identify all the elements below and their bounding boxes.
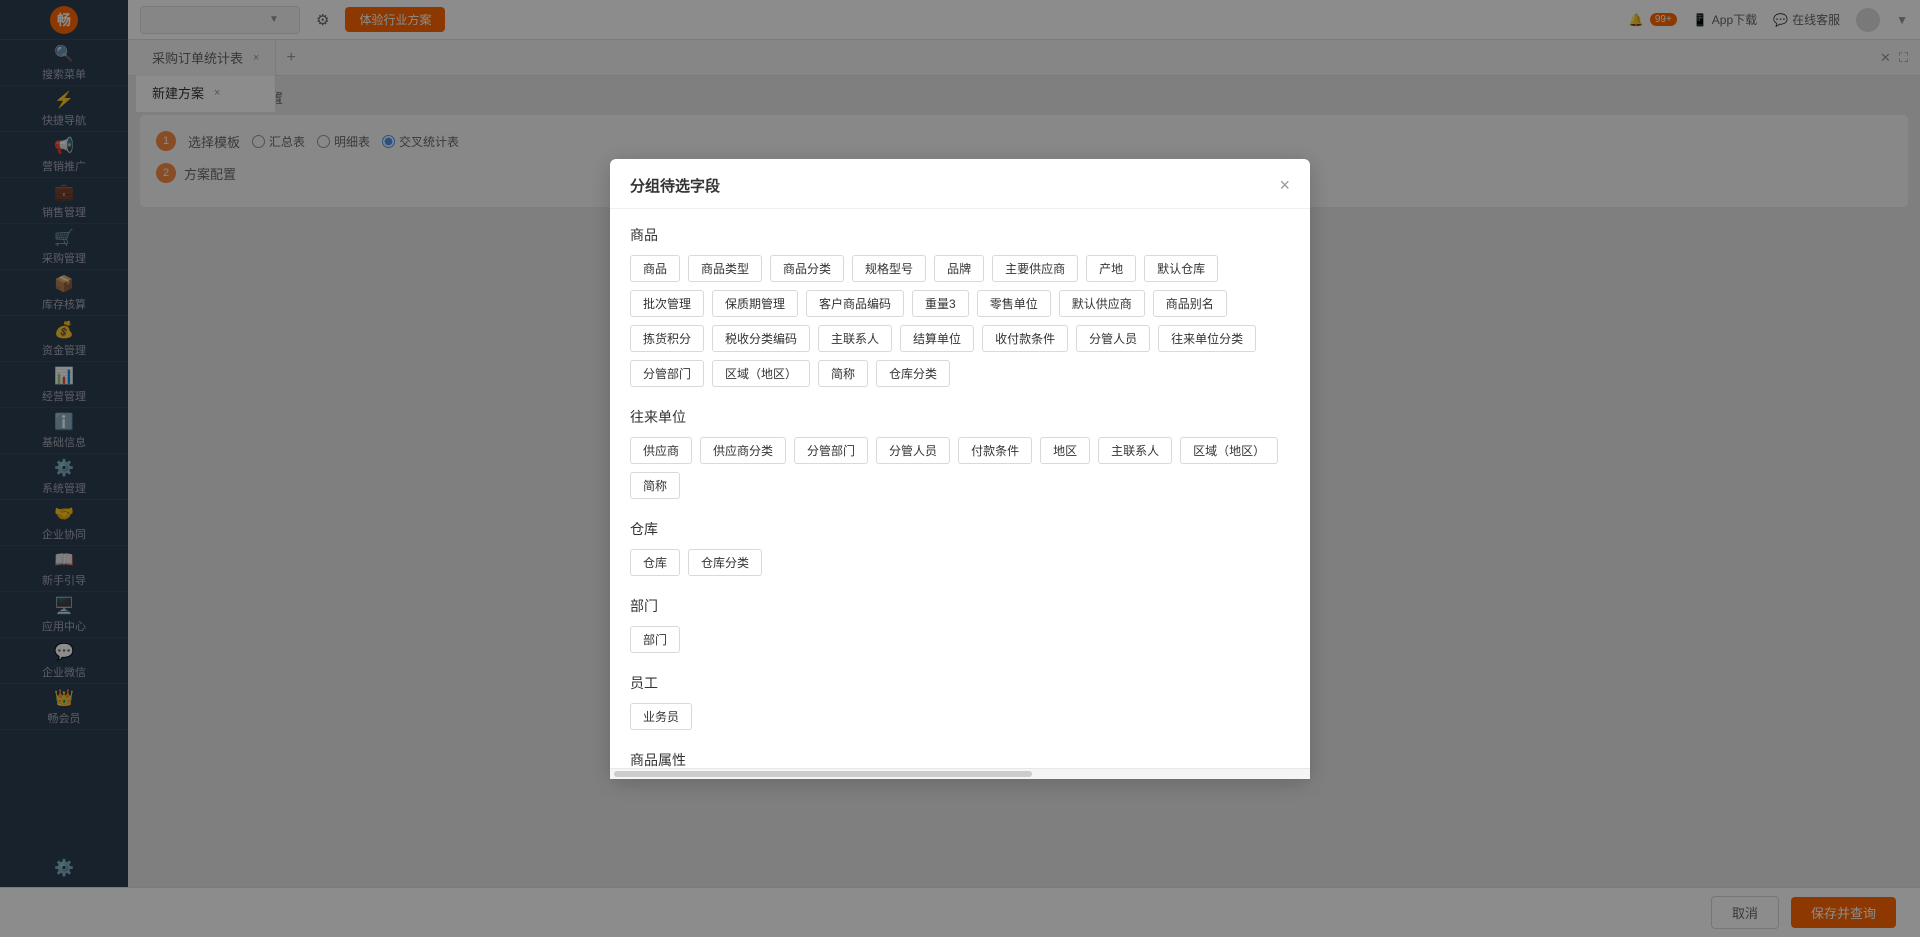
modal-close-icon[interactable]: × xyxy=(1279,176,1290,194)
field-tags-product: 商品商品类型商品分类规格型号品牌主要供应商产地默认仓库批次管理保质期管理客户商品… xyxy=(630,255,1290,387)
field-tag-product-14[interactable]: 商品别名 xyxy=(1153,290,1227,317)
field-tag-partner-0[interactable]: 供应商 xyxy=(630,437,692,464)
section-product_attr: 商品属性属性颜色多规格尺码鞋码1 xyxy=(630,750,1290,769)
field-tag-product-12[interactable]: 零售单位 xyxy=(977,290,1051,317)
section-department: 部门部门 xyxy=(630,596,1290,653)
field-tag-product-20[interactable]: 分管人员 xyxy=(1076,325,1150,352)
section-partner: 往来单位供应商供应商分类分管部门分管人员付款条件地区主联系人区域（地区） 简称 xyxy=(630,407,1290,499)
field-tags-employee: 业务员 xyxy=(630,703,1290,730)
section-warehouse: 仓库仓库仓库分类 xyxy=(630,519,1290,576)
field-tag-product-18[interactable]: 结算单位 xyxy=(900,325,974,352)
field-tag-partner-7[interactable]: 区域（地区） xyxy=(1180,437,1278,464)
field-tag-employee-0[interactable]: 业务员 xyxy=(630,703,692,730)
field-tag-product-13[interactable]: 默认供应商 xyxy=(1059,290,1145,317)
field-tag-product-9[interactable]: 保质期管理 xyxy=(712,290,798,317)
field-tag-partner-4[interactable]: 付款条件 xyxy=(958,437,1032,464)
field-tag-product-2[interactable]: 商品分类 xyxy=(770,255,844,282)
hscroll-thumb xyxy=(614,771,1032,777)
modal-overlay: 分组待选字段 × 商品商品商品类型商品分类规格型号品牌主要供应商产地默认仓库批次… xyxy=(0,0,1920,937)
field-tag-product-5[interactable]: 主要供应商 xyxy=(992,255,1078,282)
field-tag-product-7[interactable]: 默认仓库 xyxy=(1144,255,1218,282)
field-tag-product-19[interactable]: 收付款条件 xyxy=(982,325,1068,352)
field-tag-product-24[interactable]: 简称 xyxy=(818,360,868,387)
field-tag-product-3[interactable]: 规格型号 xyxy=(852,255,926,282)
section-title-warehouse: 仓库 xyxy=(630,519,1290,539)
field-tag-partner-8[interactable]: 简称 xyxy=(630,472,680,499)
field-tag-partner-6[interactable]: 主联系人 xyxy=(1098,437,1172,464)
field-tag-product-4[interactable]: 品牌 xyxy=(934,255,984,282)
field-tag-product-6[interactable]: 产地 xyxy=(1086,255,1136,282)
field-tag-partner-1[interactable]: 供应商分类 xyxy=(700,437,786,464)
field-tag-product-17[interactable]: 主联系人 xyxy=(818,325,892,352)
field-tag-partner-3[interactable]: 分管人员 xyxy=(876,437,950,464)
modal-title: 分组待选字段 xyxy=(630,175,720,196)
field-tag-product-16[interactable]: 税收分类编码 xyxy=(712,325,810,352)
field-tag-warehouse-0[interactable]: 仓库 xyxy=(630,549,680,576)
field-tag-partner-5[interactable]: 地区 xyxy=(1040,437,1090,464)
field-tag-product-10[interactable]: 客户商品编码 xyxy=(806,290,904,317)
section-employee: 员工业务员 xyxy=(630,673,1290,730)
modal-header: 分组待选字段 × xyxy=(610,159,1310,209)
section-title-partner: 往来单位 xyxy=(630,407,1290,427)
field-tag-product-21[interactable]: 往来单位分类 xyxy=(1158,325,1256,352)
section-title-product: 商品 xyxy=(630,225,1290,245)
field-tag-product-25[interactable]: 仓库分类 xyxy=(876,360,950,387)
field-tag-product-11[interactable]: 重量3 xyxy=(912,290,969,317)
modal-body: 商品商品商品类型商品分类规格型号品牌主要供应商产地默认仓库批次管理保质期管理客户… xyxy=(610,209,1310,769)
field-tag-product-1[interactable]: 商品类型 xyxy=(688,255,762,282)
field-tag-partner-2[interactable]: 分管部门 xyxy=(794,437,868,464)
field-tags-department: 部门 xyxy=(630,626,1290,653)
modal-hscroll[interactable] xyxy=(610,768,1310,778)
field-tag-product-22[interactable]: 分管部门 xyxy=(630,360,704,387)
section-title-department: 部门 xyxy=(630,596,1290,616)
section-title-product_attr: 商品属性 xyxy=(630,750,1290,769)
section-title-employee: 员工 xyxy=(630,673,1290,693)
modal: 分组待选字段 × 商品商品商品类型商品分类规格型号品牌主要供应商产地默认仓库批次… xyxy=(610,159,1310,779)
field-tag-warehouse-1[interactable]: 仓库分类 xyxy=(688,549,762,576)
section-product: 商品商品商品类型商品分类规格型号品牌主要供应商产地默认仓库批次管理保质期管理客户… xyxy=(630,225,1290,387)
field-tag-product-8[interactable]: 批次管理 xyxy=(630,290,704,317)
field-tag-product-15[interactable]: 拣货积分 xyxy=(630,325,704,352)
field-tag-department-0[interactable]: 部门 xyxy=(630,626,680,653)
field-tags-partner: 供应商供应商分类分管部门分管人员付款条件地区主联系人区域（地区） 简称 xyxy=(630,437,1290,499)
field-tags-warehouse: 仓库仓库分类 xyxy=(630,549,1290,576)
field-tag-product-23[interactable]: 区域（地区） xyxy=(712,360,810,387)
field-tag-product-0[interactable]: 商品 xyxy=(630,255,680,282)
